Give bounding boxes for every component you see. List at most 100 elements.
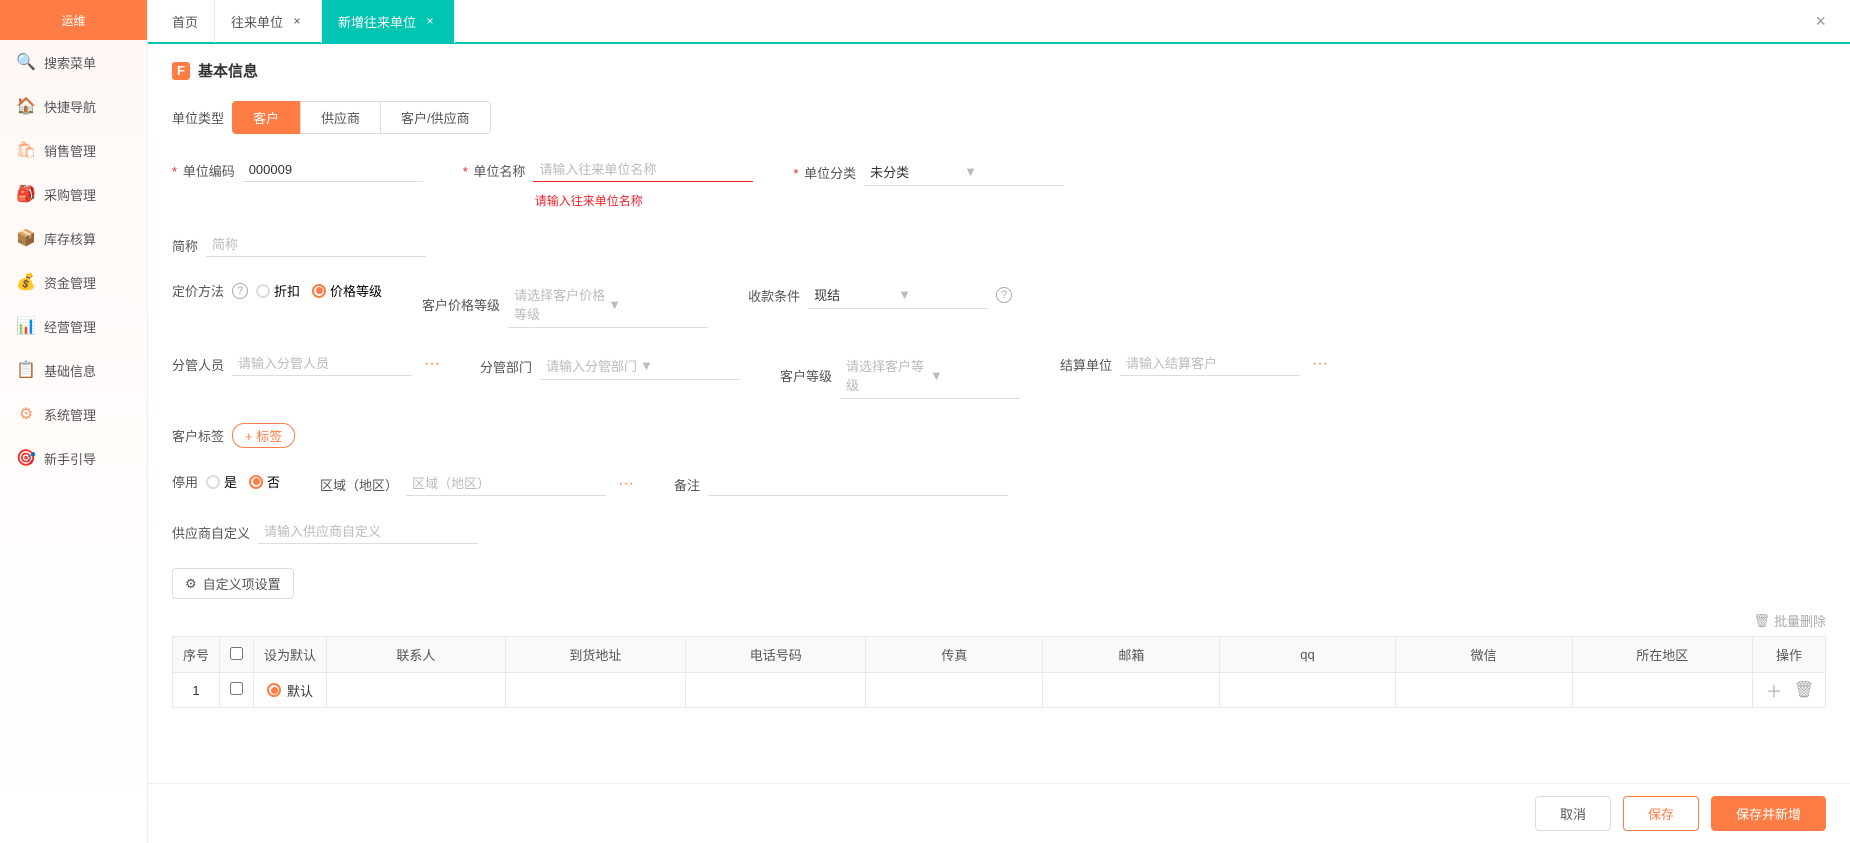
- short-name-label: 简称: [172, 236, 198, 255]
- contact-input[interactable]: [337, 683, 495, 698]
- supplier-custom-label: 供应商自定义: [172, 523, 250, 542]
- cell-action: ＋ 🗑: [1752, 673, 1825, 708]
- region-label: 区域（地区）: [320, 475, 398, 494]
- tab-partners-close[interactable]: ×: [289, 13, 305, 29]
- add-row-button[interactable]: ＋: [1763, 679, 1785, 701]
- wechat-input[interactable]: [1406, 683, 1562, 698]
- cell-email: [1043, 673, 1220, 708]
- row-checkbox[interactable]: [230, 682, 243, 695]
- sidebar-item-sales[interactable]: 🛍 销售管理: [0, 128, 147, 172]
- disabled-radio-group: 是 否: [206, 472, 280, 491]
- sidebar-item-shortcut[interactable]: 🏠 快捷导航: [0, 84, 147, 128]
- cell-region: [1572, 673, 1752, 708]
- customer-grade-select[interactable]: 请选择客户等级 ▼: [840, 352, 1020, 399]
- manager-input[interactable]: [232, 352, 412, 376]
- unit-category-select[interactable]: 未分类 ▼: [864, 158, 1064, 186]
- department-select[interactable]: 请输入分管部门 ▼: [540, 352, 740, 380]
- address-input[interactable]: [516, 683, 675, 698]
- batch-delete-icon: 🗑: [1753, 613, 1770, 629]
- save-button[interactable]: 保存: [1623, 796, 1699, 831]
- remark-group: 备注: [674, 472, 1008, 496]
- inventory-icon: 📦: [16, 228, 36, 248]
- sidebar-item-system[interactable]: ⚙ 系统管理: [0, 392, 147, 436]
- section-icon: F: [172, 62, 190, 80]
- tab-partners[interactable]: 往来单位 ×: [215, 0, 322, 43]
- customer-price-group: 客户价格等级 请选择客户价格等级 ▼: [422, 281, 708, 328]
- supplier-custom-input[interactable]: [258, 520, 478, 544]
- add-tag-button[interactable]: + 标签: [232, 423, 295, 448]
- delete-row-button[interactable]: 🗑: [1793, 679, 1815, 701]
- pricing-method-group: 定价方法 ? 折扣 价格等级: [172, 281, 382, 300]
- pricing-radio-group: 折扣 价格等级: [256, 281, 382, 300]
- section-title: 基本信息: [198, 60, 258, 81]
- radio-no-circle: [249, 475, 263, 489]
- sidebar-item-guide[interactable]: 🎯 新手引导: [0, 436, 147, 480]
- sidebar-item-purchase[interactable]: 🎒 采购管理: [0, 172, 147, 216]
- custom-settings-button[interactable]: ⚙ 自定义项设置: [172, 568, 294, 599]
- col-checkbox: [220, 637, 254, 673]
- supplier-custom-row: 供应商自定义: [172, 520, 1826, 552]
- cell-checkbox: [220, 673, 254, 708]
- region-more-icon[interactable]: ···: [618, 475, 634, 493]
- sidebar-item-label: 库存核算: [44, 229, 96, 248]
- sidebar-item-inventory[interactable]: 📦 库存核算: [0, 216, 147, 260]
- tab-new-partner-label: 新增往来单位: [338, 12, 416, 31]
- tab-new-partner-close[interactable]: ×: [422, 13, 438, 29]
- unit-info-row: * 单位编码 * 单位名称 请输入往来单位名称 * 单位分类: [172, 158, 1826, 217]
- unit-name-input[interactable]: [533, 158, 753, 182]
- cell-qq: [1220, 673, 1395, 708]
- row-default-radio[interactable]: [267, 683, 281, 697]
- remark-input[interactable]: [708, 472, 1008, 496]
- cancel-button[interactable]: 取消: [1535, 796, 1611, 831]
- radio-grade[interactable]: 价格等级: [312, 281, 382, 300]
- unit-btn-supplier[interactable]: 供应商: [300, 101, 381, 134]
- cell-phone: [686, 673, 866, 708]
- tab-home[interactable]: 首页: [156, 0, 215, 43]
- tab-new-partner[interactable]: 新增往来单位 ×: [322, 0, 455, 43]
- select-all-checkbox[interactable]: [230, 647, 243, 660]
- email-input[interactable]: [1053, 683, 1209, 698]
- radio-yes[interactable]: 是: [206, 472, 237, 491]
- sidebar-item-operations[interactable]: 📊 经营管理: [0, 304, 147, 348]
- purchase-icon: 🎒: [16, 184, 36, 204]
- disabled-row: 停用 是 否 区域（地区） ···: [172, 472, 1826, 504]
- radio-grade-dot: [316, 287, 323, 294]
- radio-grade-circle: [312, 284, 326, 298]
- pricing-help-icon[interactable]: ?: [232, 283, 248, 299]
- table-header-row: 序号 设为默认 联系人 到货地址 电话号码 传真 邮箱 qq 微信 所在地区 操…: [173, 637, 1826, 673]
- home-icon: 🏠: [16, 96, 36, 116]
- short-name-input[interactable]: [206, 233, 426, 257]
- department-label: 分管部门: [480, 357, 532, 376]
- payment-terms-select[interactable]: 现结 ▼: [808, 281, 988, 309]
- phone-input[interactable]: [696, 683, 855, 698]
- customer-price-select[interactable]: 请选择客户价格等级 ▼: [508, 281, 708, 328]
- settlement-unit-input[interactable]: [1120, 352, 1300, 376]
- unit-code-input[interactable]: [243, 158, 423, 182]
- fax-input[interactable]: [876, 683, 1032, 698]
- form-content: F 基本信息 单位类型 客户 供应商 客户/供应商 * 单位编码: [148, 44, 1850, 783]
- operations-icon: 📊: [16, 316, 36, 336]
- radio-no[interactable]: 否: [249, 472, 280, 491]
- sidebar-item-basic[interactable]: 📋 基础信息: [0, 348, 147, 392]
- cell-region-input[interactable]: [1583, 683, 1742, 698]
- batch-delete-button[interactable]: 🗑 批量删除: [172, 611, 1826, 630]
- region-input[interactable]: [406, 472, 606, 496]
- sidebar-item-search[interactable]: 🔍 搜索菜单: [0, 40, 147, 84]
- save-new-button[interactable]: 保存并新增: [1711, 796, 1826, 831]
- tab-partners-label: 往来单位: [231, 12, 283, 31]
- settlement-unit-more-icon[interactable]: ···: [1312, 355, 1328, 373]
- cell-contact: [327, 673, 506, 708]
- remark-label: 备注: [674, 475, 700, 494]
- region-group: 区域（地区） ···: [320, 472, 634, 496]
- close-all-tabs[interactable]: ×: [1799, 11, 1842, 32]
- row-actions: ＋ 🗑: [1763, 679, 1815, 701]
- manager-more-icon[interactable]: ···: [424, 355, 440, 373]
- sidebar-item-finance[interactable]: 💰 资金管理: [0, 260, 147, 304]
- payment-terms-help-icon[interactable]: ?: [996, 287, 1012, 303]
- qq-input[interactable]: [1230, 683, 1384, 698]
- customer-price-arrow-icon: ▼: [608, 297, 702, 312]
- sidebar-item-label: 经营管理: [44, 317, 96, 336]
- radio-discount[interactable]: 折扣: [256, 281, 300, 300]
- unit-btn-both[interactable]: 客户/供应商: [381, 101, 491, 134]
- unit-btn-customer[interactable]: 客户: [232, 101, 300, 134]
